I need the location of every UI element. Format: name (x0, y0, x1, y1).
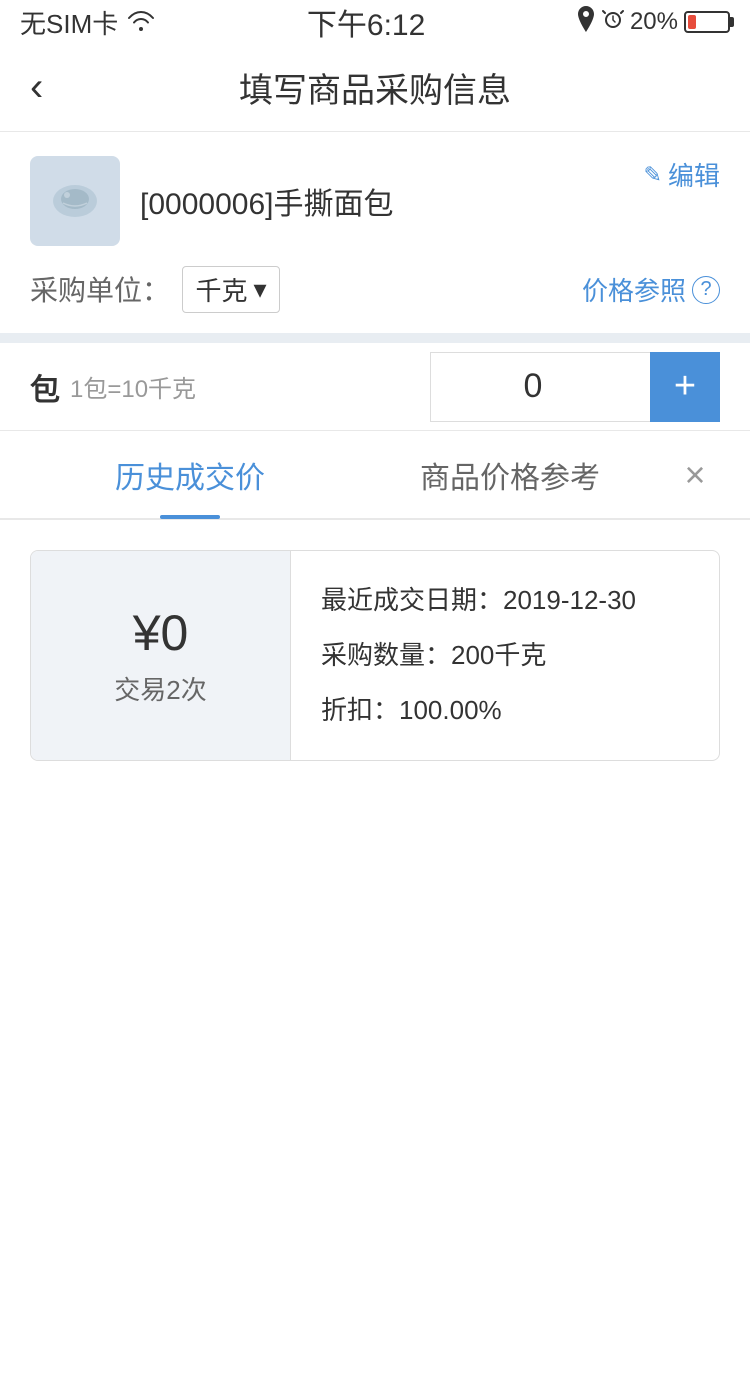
battery-percentage: 20% (630, 8, 678, 36)
history-price: ¥0 (133, 604, 189, 662)
discount-row: 折扣：100.00% (321, 691, 689, 730)
recent-date-label: 最近成交日期： (321, 585, 503, 615)
price-amount: 0 (161, 605, 189, 661)
unit-prefix: 采购单位： (30, 275, 170, 306)
discount-label: 折扣： (321, 695, 399, 725)
status-bar: 无SIM卡 下午6:12 20% (0, 0, 750, 44)
price-ref-label: 价格参照 (582, 271, 686, 308)
product-left: [0000006]手撕面包 (30, 156, 393, 246)
status-right: 20% (576, 6, 730, 39)
tab-price-reference[interactable]: 商品价格参考 (350, 431, 670, 519)
tabs-section: 历史成交价 商品价格参考 × (0, 431, 750, 520)
unit-section: 采购单位： 千克 ▾ (30, 266, 280, 313)
section-separator (0, 333, 750, 343)
page-background (0, 791, 750, 1391)
edit-button[interactable]: ✎ 编辑 (644, 156, 720, 193)
product-bottom: 采购单位： 千克 ▾ 价格参照 ? (30, 266, 720, 313)
dropdown-arrow-icon: ▾ (253, 274, 266, 305)
tabs-header: 历史成交价 商品价格参考 × (0, 431, 750, 519)
quantity-left: 包 1包=10千克 (30, 365, 196, 409)
recent-date-value: 2019-12-30 (503, 585, 636, 615)
page-title: 填写商品采购信息 (239, 63, 511, 112)
history-price-panel: ¥0 交易2次 (31, 551, 291, 760)
currency-symbol: ¥ (133, 605, 161, 661)
page-header: ‹ 填写商品采购信息 (0, 44, 750, 132)
status-time: 下午6:12 (307, 0, 425, 44)
edit-icon: ✎ (644, 162, 662, 188)
unit-select[interactable]: 千克 ▾ (182, 266, 279, 313)
battery-fill (688, 15, 696, 29)
quantity-row: 包 1包=10千克 + (0, 343, 750, 431)
close-button[interactable]: × (670, 450, 720, 500)
purchase-quantity-row: 采购数量：200千克 (321, 636, 689, 675)
tab-history-price[interactable]: 历史成交价 (30, 431, 350, 519)
conversion-note: 1包=10千克 (70, 369, 196, 404)
unit-value: 千克 (195, 271, 247, 308)
carrier-text: 无SIM卡 (20, 4, 118, 41)
discount-value: 100.00% (399, 695, 502, 725)
quantity-input[interactable] (430, 352, 650, 422)
quantity-plus-button[interactable]: + (650, 352, 720, 422)
product-section: [0000006]手撕面包 ✎ 编辑 采购单位： 千克 ▾ 价格参照 ? (0, 132, 750, 333)
history-card: ¥0 交易2次 最近成交日期：2019-12-30 采购数量：200千克 折扣：… (30, 550, 720, 761)
alarm-icon (602, 8, 624, 37)
product-name: [0000006]手撕面包 (140, 179, 393, 223)
trade-count: 交易2次 (114, 670, 206, 707)
product-top: [0000006]手撕面包 ✎ 编辑 (30, 156, 720, 246)
price-reference-button[interactable]: 价格参照 ? (582, 271, 720, 308)
wifi-icon (126, 7, 156, 38)
battery-icon (684, 11, 730, 33)
history-details: 最近成交日期：2019-12-30 采购数量：200千克 折扣：100.00% (291, 551, 719, 760)
tab1-label: 历史成交价 (115, 453, 265, 497)
product-image (30, 156, 120, 246)
quantity-detail-label: 采购数量： (321, 640, 451, 670)
history-content: ¥0 交易2次 最近成交日期：2019-12-30 采购数量：200千克 折扣：… (0, 520, 750, 791)
back-button[interactable]: ‹ (20, 55, 53, 120)
quantity-input-group: + (430, 352, 720, 422)
recent-date-row: 最近成交日期：2019-12-30 (321, 581, 689, 620)
edit-label: 编辑 (668, 156, 720, 193)
status-left: 无SIM卡 (20, 4, 156, 41)
quantity-unit-label: 包 (30, 365, 60, 409)
quantity-detail-value: 200千克 (451, 640, 546, 670)
tab-active-indicator (160, 515, 220, 519)
tab2-label: 商品价格参考 (420, 453, 600, 497)
help-icon: ? (692, 276, 720, 304)
location-icon (576, 6, 596, 39)
